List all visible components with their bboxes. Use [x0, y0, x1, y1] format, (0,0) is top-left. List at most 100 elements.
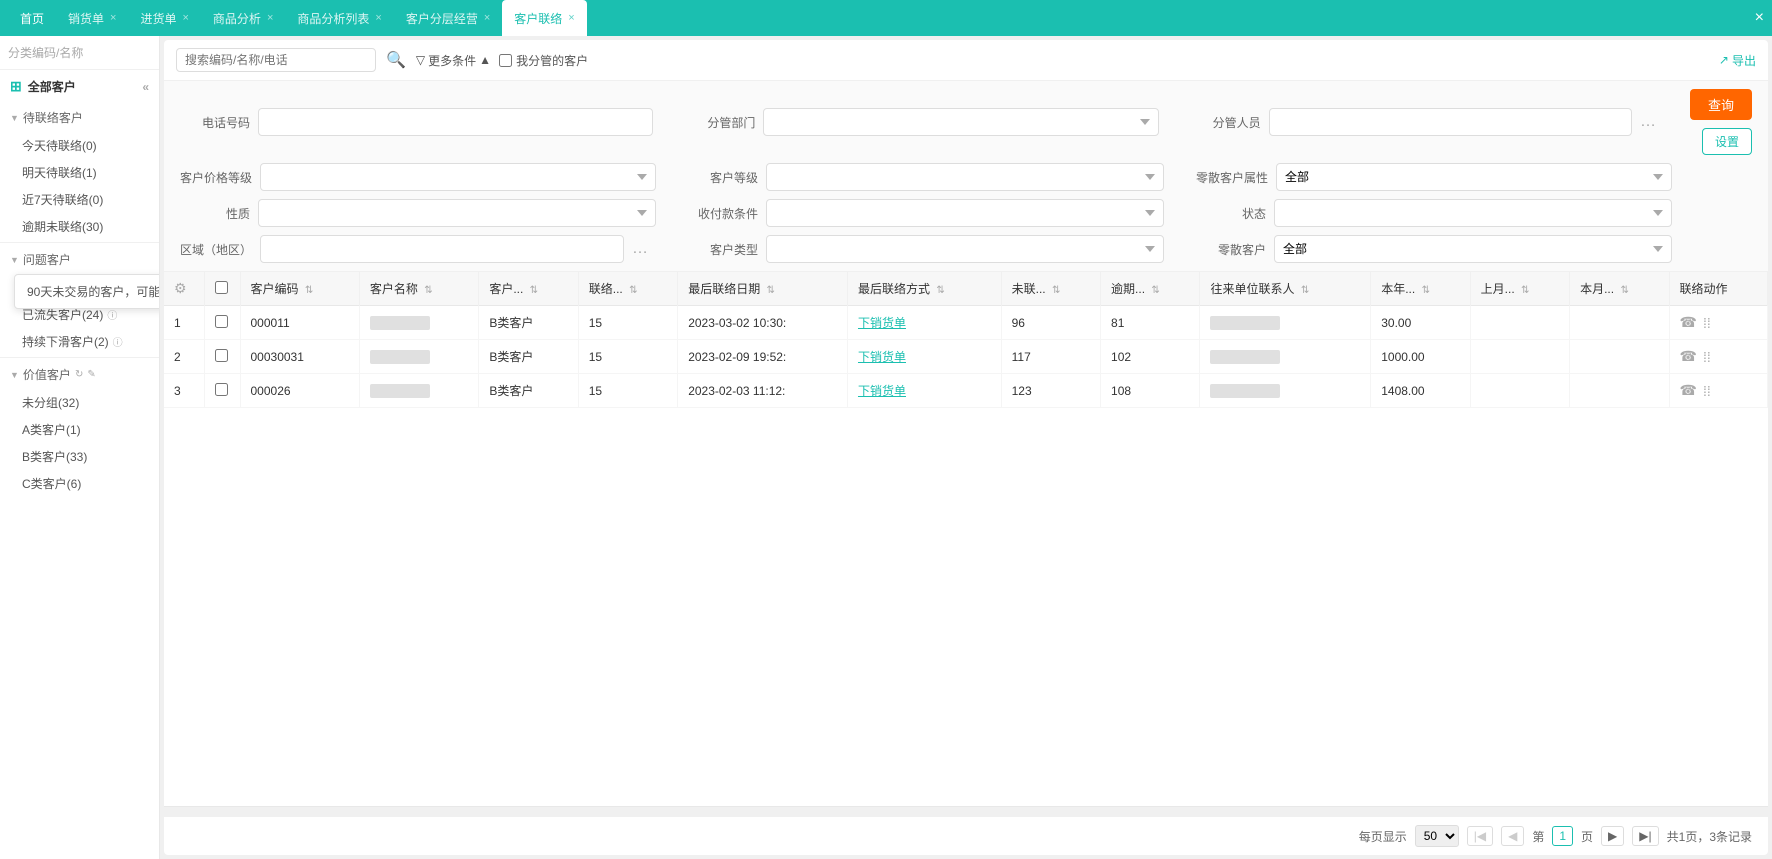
payment-select[interactable] [766, 199, 1164, 227]
more-action-icon[interactable]: ⁞⁞ [1703, 315, 1711, 331]
prev-page-btn[interactable]: ◀ [1501, 826, 1524, 846]
sidebar-item-today-contact[interactable]: 今天待联络(0) [0, 132, 159, 159]
cell-checkbox[interactable] [204, 374, 240, 408]
region-more-icon[interactable]: … [624, 240, 656, 258]
sidebar-item-overdue-contact[interactable]: 逾期未联络(30) [0, 213, 159, 240]
tab-sales[interactable]: 销货单 × [56, 0, 128, 36]
cell-not-contacted: 96 [1001, 306, 1100, 340]
sort-name-icon[interactable]: ⇅ [424, 285, 432, 296]
tab-analysis[interactable]: 商品分析 × [201, 0, 285, 36]
cell-last-contact-method: 下销货单 [847, 340, 1001, 374]
collapse-sidebar-icon[interactable]: « [142, 80, 149, 94]
th-contact: 联络... ⇅ [578, 272, 677, 306]
query-button[interactable]: 查询 [1690, 89, 1752, 120]
sort-category-icon[interactable]: ⇅ [530, 285, 538, 296]
cell-checkbox[interactable] [204, 306, 240, 340]
sidebar-divider-2 [0, 357, 159, 358]
cell-checkbox[interactable] [204, 340, 240, 374]
grid-icon: ⊞ [10, 78, 22, 95]
first-page-btn[interactable]: |◀ [1467, 826, 1493, 846]
close-analysis-list-tab[interactable]: × [375, 12, 381, 24]
sidebar-item-tomorrow-contact[interactable]: 明天待联络(1) [0, 159, 159, 186]
phone-input[interactable] [258, 108, 653, 136]
manager-more-icon[interactable]: … [1632, 113, 1664, 131]
sort-this-month-icon[interactable]: ⇅ [1620, 285, 1628, 296]
customer-type-select[interactable] [766, 235, 1164, 263]
dept-select[interactable] [763, 108, 1158, 136]
filter-row-1: 电话号码 分管部门 分管人员 … 查询 设置 [180, 89, 1752, 155]
close-sales-tab[interactable]: × [110, 12, 116, 24]
tab-customer-tier[interactable]: 客户分层经营 × [394, 0, 502, 36]
sidebar-search-input[interactable] [8, 46, 160, 60]
settings-button[interactable]: 设置 [1702, 128, 1752, 155]
region-input[interactable] [260, 235, 624, 263]
customer-level-select[interactable] [766, 163, 1164, 191]
close-purchase-tab[interactable]: × [182, 12, 188, 24]
more-action-icon[interactable]: ⁞⁞ [1703, 349, 1711, 365]
phone-field: 电话号码 [180, 108, 653, 136]
next-page-btn[interactable]: ▶ [1601, 826, 1624, 846]
sidebar-item-7days-contact[interactable]: 近7天待联络(0) [0, 186, 159, 213]
my-customers-checkbox-label[interactable]: 我分管的客户 [499, 52, 588, 69]
sidebar-item-b-class[interactable]: B类客户(33) [0, 443, 159, 470]
last-page-btn[interactable]: ▶| [1632, 826, 1658, 846]
sort-code-icon[interactable]: ⇅ [305, 285, 313, 296]
tab-analysis-list[interactable]: 商品分析列表 × [285, 0, 393, 36]
manager-field: 分管人员 … [1191, 108, 1664, 136]
tab-home[interactable]: 首页 [8, 0, 56, 36]
select-all-checkbox[interactable] [215, 281, 228, 294]
sidebar-group-problem-title[interactable]: 问题客户 [0, 245, 159, 274]
my-customers-checkbox[interactable] [499, 54, 512, 67]
sort-overdue-icon[interactable]: ⇅ [1151, 285, 1159, 296]
contact-action-icon[interactable]: ☎ [1680, 382, 1697, 399]
more-action-icon[interactable]: ⁞⁞ [1703, 383, 1711, 399]
retail-customer-label: 零散客户 [1196, 241, 1266, 258]
sort-unit-contact-icon[interactable]: ⇅ [1301, 285, 1309, 296]
contact-action-icon[interactable]: ☎ [1680, 314, 1697, 331]
refresh-icon[interactable]: ↻ [75, 369, 83, 380]
sidebar-item-declining[interactable]: 持续下滑客户(2) ⓘ [0, 328, 159, 355]
sort-date-icon[interactable]: ⇅ [767, 285, 775, 296]
manager-input[interactable] [1269, 108, 1632, 136]
all-customers-header[interactable]: ⊞ 全部客户 « [0, 70, 159, 103]
retail-customer-select[interactable]: 全部 [1274, 235, 1672, 263]
sort-not-contacted-icon[interactable]: ⇅ [1052, 285, 1060, 296]
sidebar-item-a-class[interactable]: A类客户(1) [0, 416, 159, 443]
sidebar-item-c-class[interactable]: C类客户(6) [0, 470, 159, 497]
tab-customer-contact[interactable]: 客户联络 × [502, 0, 586, 36]
cell-action: ☎ ⁞⁞ [1669, 340, 1767, 374]
filter-search-button[interactable]: 🔍 [384, 48, 408, 72]
more-conditions-button[interactable]: ▽ 更多条件 ▲ [416, 52, 491, 69]
sort-this-year-icon[interactable]: ⇅ [1422, 285, 1430, 296]
contact-action-icon[interactable]: ☎ [1680, 348, 1697, 365]
sidebar-group-value[interactable]: 价值客户 ↻ ✎ [0, 360, 159, 389]
close-analysis-tab[interactable]: × [267, 12, 273, 24]
price-level-select[interactable] [260, 163, 656, 191]
manager-label: 分管人员 [1191, 114, 1261, 131]
sidebar-group-problem: 问题客户 90天未交易的客户，可能有流失风险。 [0, 245, 159, 274]
info-icon-2: ⓘ [113, 334, 123, 349]
close-all-btn[interactable]: × [1755, 9, 1764, 27]
status-select[interactable] [1274, 199, 1672, 227]
sidebar-item-ungrouped[interactable]: 未分组(32) [0, 389, 159, 416]
page-suffix-label: 页 [1581, 828, 1593, 845]
horizontal-scrollbar[interactable] [164, 806, 1768, 816]
sidebar-group-pending[interactable]: 待联络客户 [0, 103, 159, 132]
edit-icon[interactable]: ✎ [87, 369, 95, 380]
retail-attr-select[interactable]: 全部 [1276, 163, 1672, 191]
close-customer-tier-tab[interactable]: × [484, 12, 490, 24]
per-page-select[interactable]: 50 [1415, 825, 1459, 847]
sort-contact-icon[interactable]: ⇅ [629, 285, 637, 296]
filter-search-input[interactable] [176, 48, 376, 72]
sort-method-icon[interactable]: ⇅ [936, 285, 944, 296]
table-settings-icon[interactable]: ⚙ [174, 280, 187, 296]
gender-select[interactable] [258, 199, 656, 227]
close-customer-contact-tab[interactable]: × [568, 12, 574, 24]
customer-type-field: 客户类型 [688, 235, 1164, 263]
content-area: 🔍 ▽ 更多条件 ▲ 我分管的客户 ↗ 导出 电话号码 [164, 40, 1768, 855]
sort-last-month-icon[interactable]: ⇅ [1521, 285, 1529, 296]
tab-purchase[interactable]: 进货单 × [128, 0, 200, 36]
export-button[interactable]: ↗ 导出 [1719, 52, 1756, 69]
cell-contact: 15 [578, 374, 677, 408]
info-icon: ⓘ [107, 307, 117, 322]
